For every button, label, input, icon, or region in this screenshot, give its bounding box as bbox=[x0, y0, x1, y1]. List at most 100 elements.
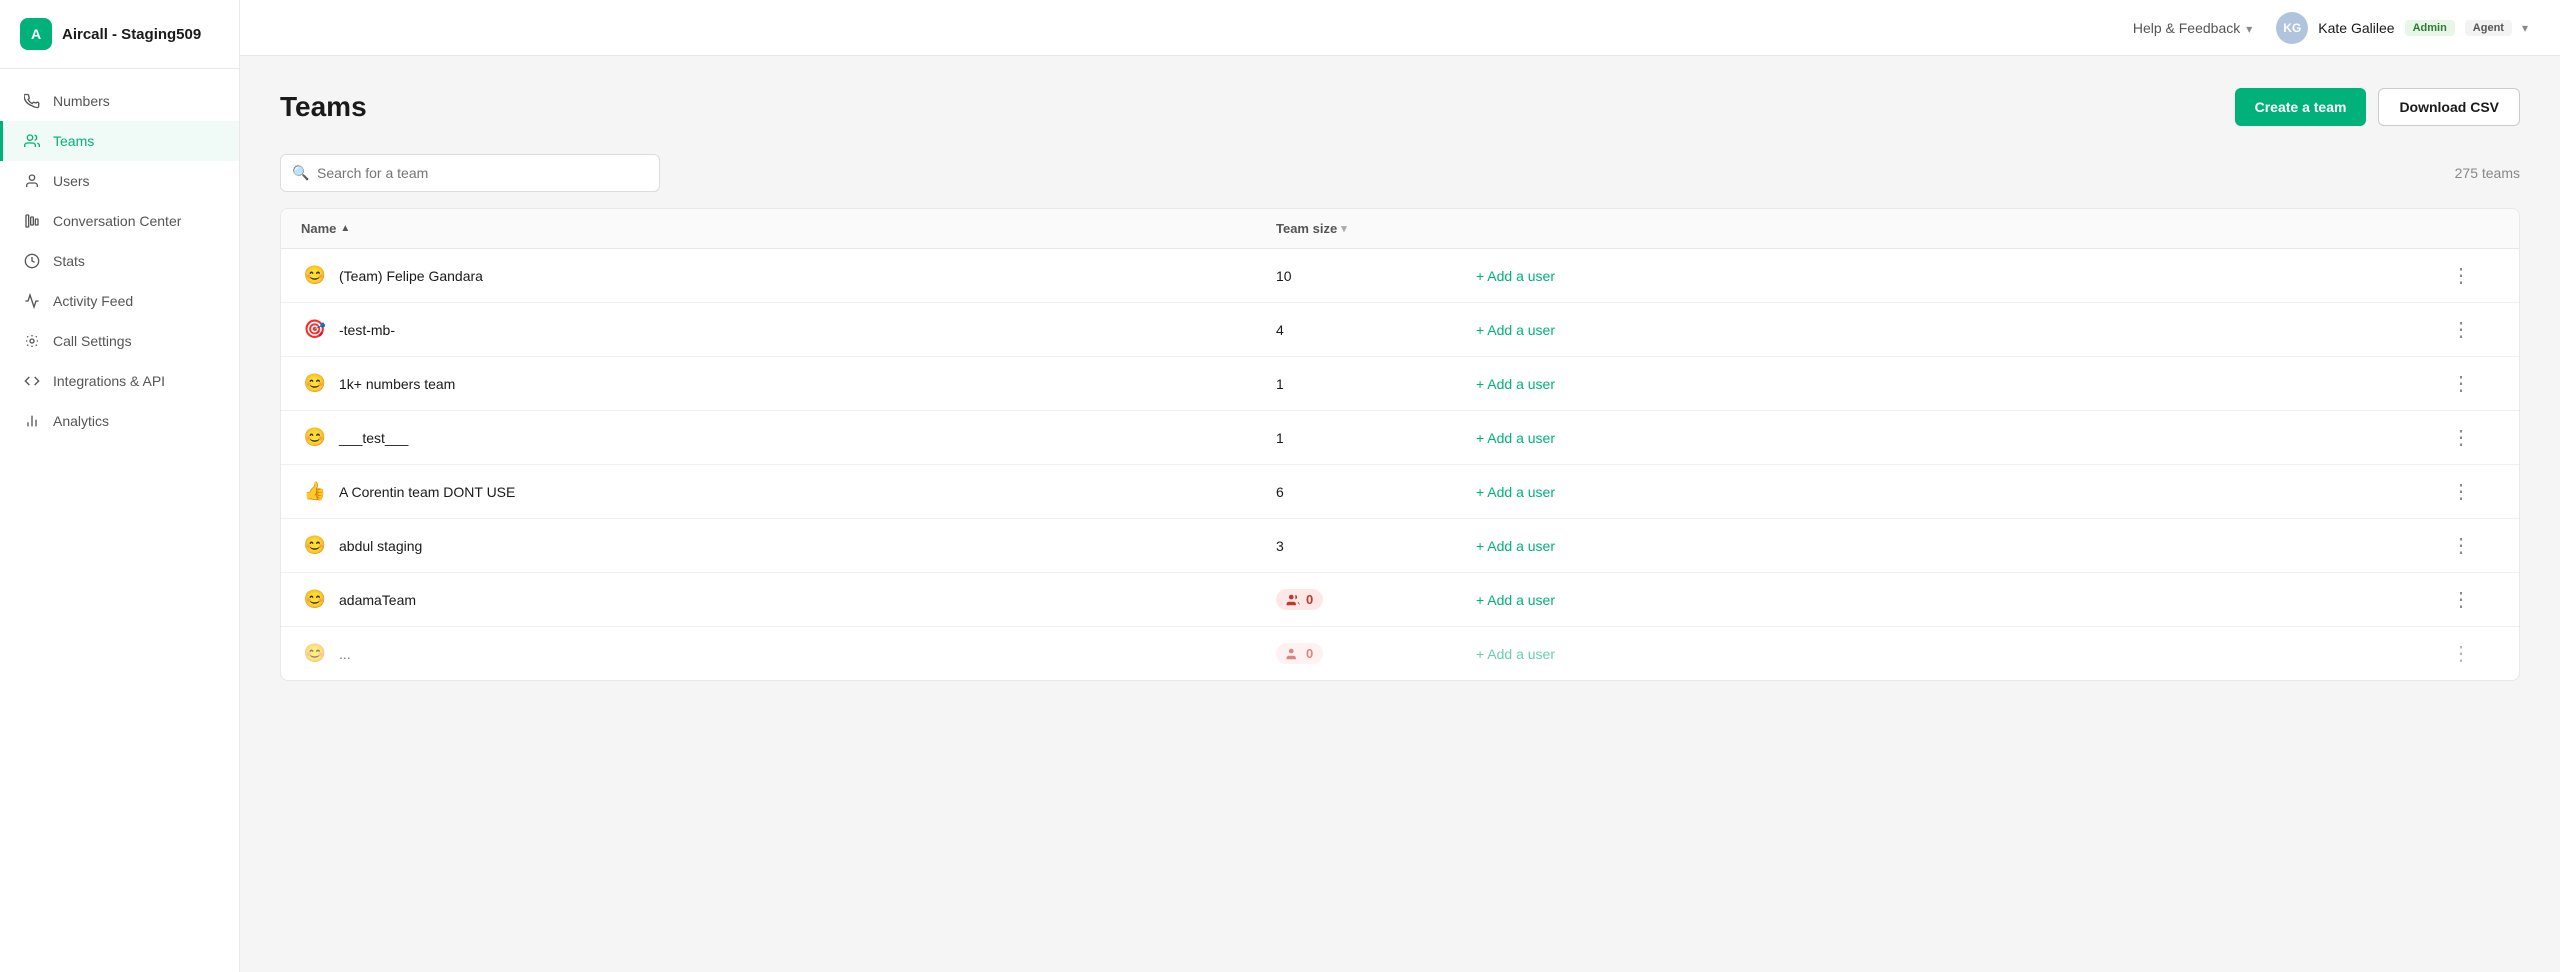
sidebar-item-activity-feed[interactable]: Activity Feed bbox=[0, 281, 239, 321]
sidebar-logo[interactable]: A Aircall - Staging509 bbox=[0, 0, 239, 69]
team-name-cell: 😊 ___test___ bbox=[301, 427, 1276, 448]
team-size: 6 bbox=[1276, 484, 1476, 500]
sidebar-item-analytics[interactable]: Analytics bbox=[0, 401, 239, 441]
zero-size-badge: 0 bbox=[1276, 643, 1323, 664]
more-options-button[interactable]: ⋮ bbox=[2451, 533, 2471, 558]
user-menu[interactable]: KG Kate Galilee Admin Agent bbox=[2276, 12, 2528, 44]
sidebar-item-users[interactable]: Users bbox=[0, 161, 239, 201]
teams-icon bbox=[23, 132, 41, 150]
admin-badge: Admin bbox=[2405, 20, 2455, 36]
more-options-button[interactable]: ⋮ bbox=[2451, 371, 2471, 396]
page-header: Teams Create a team Download CSV bbox=[280, 88, 2520, 126]
team-size-zero: 0 bbox=[1276, 643, 1476, 664]
sidebar-item-numbers[interactable]: Numbers bbox=[0, 81, 239, 121]
sidebar-item-label-stats: Stats bbox=[53, 253, 85, 269]
sidebar-item-label-users: Users bbox=[53, 173, 90, 189]
team-name: 1k+ numbers team bbox=[339, 376, 455, 392]
sidebar-item-conversation-center[interactable]: Conversation Center bbox=[0, 201, 239, 241]
teams-count: 275 teams bbox=[2455, 165, 2520, 181]
more-cell: ⋮ bbox=[2451, 317, 2499, 342]
sidebar-item-teams[interactable]: Teams bbox=[0, 121, 239, 161]
add-user-cell: + Add a user bbox=[1476, 322, 2451, 338]
table-row: 🎯 -test-mb- 4 + Add a user ⋮ bbox=[281, 303, 2519, 357]
team-size: 1 bbox=[1276, 430, 1476, 446]
search-input[interactable] bbox=[280, 154, 660, 192]
more-options-button[interactable]: ⋮ bbox=[2451, 641, 2471, 666]
team-emoji: 😊 bbox=[301, 427, 329, 448]
sidebar-item-label-call-settings: Call Settings bbox=[53, 333, 132, 349]
search-input-wrap: 🔍 bbox=[280, 154, 660, 192]
agent-badge: Agent bbox=[2465, 20, 2512, 36]
table-row: 😊 1k+ numbers team 1 + Add a user ⋮ bbox=[281, 357, 2519, 411]
team-name-cell: 😊 abdul staging bbox=[301, 535, 1276, 556]
add-user-button[interactable]: + Add a user bbox=[1476, 538, 1555, 554]
team-emoji: 🎯 bbox=[301, 319, 329, 340]
sidebar-item-stats[interactable]: Stats bbox=[0, 241, 239, 281]
more-options-button[interactable]: ⋮ bbox=[2451, 263, 2471, 288]
create-team-button[interactable]: Create a team bbox=[2235, 88, 2367, 126]
help-feedback-button[interactable]: Help & Feedback bbox=[2133, 20, 2252, 36]
table-row: 😊 ___test___ 1 + Add a user ⋮ bbox=[281, 411, 2519, 465]
add-user-button[interactable]: + Add a user bbox=[1476, 322, 1555, 338]
more-cell: ⋮ bbox=[2451, 587, 2499, 612]
sidebar-item-label-analytics: Analytics bbox=[53, 413, 109, 429]
team-name: A Corentin team DONT USE bbox=[339, 484, 515, 500]
add-user-button[interactable]: + Add a user bbox=[1476, 592, 1555, 608]
team-emoji: 😊 bbox=[301, 265, 329, 286]
call-settings-icon bbox=[23, 332, 41, 350]
search-icon: 🔍 bbox=[292, 165, 309, 182]
add-user-cell: + Add a user bbox=[1476, 646, 2451, 662]
chevron-down-icon bbox=[2246, 20, 2252, 36]
avatar: KG bbox=[2276, 12, 2308, 44]
team-emoji: 😊 bbox=[301, 373, 329, 394]
sidebar-item-label-integrations: Integrations & API bbox=[53, 373, 165, 389]
more-cell: ⋮ bbox=[2451, 263, 2499, 288]
phone-icon bbox=[23, 92, 41, 110]
sidebar-item-label-numbers: Numbers bbox=[53, 93, 110, 109]
team-size: 4 bbox=[1276, 322, 1476, 338]
zero-size-badge: 0 bbox=[1276, 589, 1323, 610]
top-header: Help & Feedback KG Kate Galilee Admin Ag… bbox=[240, 0, 2560, 56]
add-user-button[interactable]: + Add a user bbox=[1476, 376, 1555, 392]
download-csv-button[interactable]: Download CSV bbox=[2378, 88, 2520, 126]
page-content: Teams Create a team Download CSV 🔍 275 t… bbox=[240, 56, 2560, 972]
sidebar-item-call-settings[interactable]: Call Settings bbox=[0, 321, 239, 361]
table-row: 😊 abdul staging 3 + Add a user ⋮ bbox=[281, 519, 2519, 573]
team-name: ... bbox=[339, 646, 351, 662]
table-row: 👍 A Corentin team DONT USE 6 + Add a use… bbox=[281, 465, 2519, 519]
more-options-button[interactable]: ⋮ bbox=[2451, 479, 2471, 504]
table-header: Name Team size ▾ bbox=[281, 209, 2519, 249]
team-name-cell: 🎯 -test-mb- bbox=[301, 319, 1276, 340]
team-name: adamaTeam bbox=[339, 592, 416, 608]
more-cell: ⋮ bbox=[2451, 533, 2499, 558]
stats-icon bbox=[23, 252, 41, 270]
column-team-size[interactable]: Team size ▾ bbox=[1276, 221, 1476, 236]
table-row: 😊 ... 0 + Add a user ⋮ bbox=[281, 627, 2519, 680]
page-title: Teams bbox=[280, 91, 367, 123]
integrations-icon bbox=[23, 372, 41, 390]
add-user-cell: + Add a user bbox=[1476, 538, 2451, 554]
add-user-button[interactable]: + Add a user bbox=[1476, 646, 1555, 662]
search-bar-wrap: 🔍 275 teams bbox=[280, 154, 2520, 192]
add-user-cell: + Add a user bbox=[1476, 430, 2451, 446]
more-options-button[interactable]: ⋮ bbox=[2451, 425, 2471, 450]
add-user-button[interactable]: + Add a user bbox=[1476, 268, 1555, 284]
column-actions bbox=[1476, 221, 2451, 236]
more-options-button[interactable]: ⋮ bbox=[2451, 317, 2471, 342]
team-name: -test-mb- bbox=[339, 322, 395, 338]
more-cell: ⋮ bbox=[2451, 425, 2499, 450]
more-cell: ⋮ bbox=[2451, 479, 2499, 504]
more-options-button[interactable]: ⋮ bbox=[2451, 587, 2471, 612]
activity-icon bbox=[23, 292, 41, 310]
add-user-button[interactable]: + Add a user bbox=[1476, 430, 1555, 446]
analytics-icon bbox=[23, 412, 41, 430]
sidebar-item-integrations[interactable]: Integrations & API bbox=[0, 361, 239, 401]
add-user-button[interactable]: + Add a user bbox=[1476, 484, 1555, 500]
column-name[interactable]: Name bbox=[301, 221, 1276, 236]
more-cell: ⋮ bbox=[2451, 641, 2499, 666]
team-name-cell: 👍 A Corentin team DONT USE bbox=[301, 481, 1276, 502]
sidebar: A Aircall - Staging509 Numbers Teams Use… bbox=[0, 0, 240, 972]
logo-icon: A bbox=[20, 18, 52, 50]
team-emoji: 😊 bbox=[301, 589, 329, 610]
table-row: 😊 (Team) Felipe Gandara 10 + Add a user … bbox=[281, 249, 2519, 303]
